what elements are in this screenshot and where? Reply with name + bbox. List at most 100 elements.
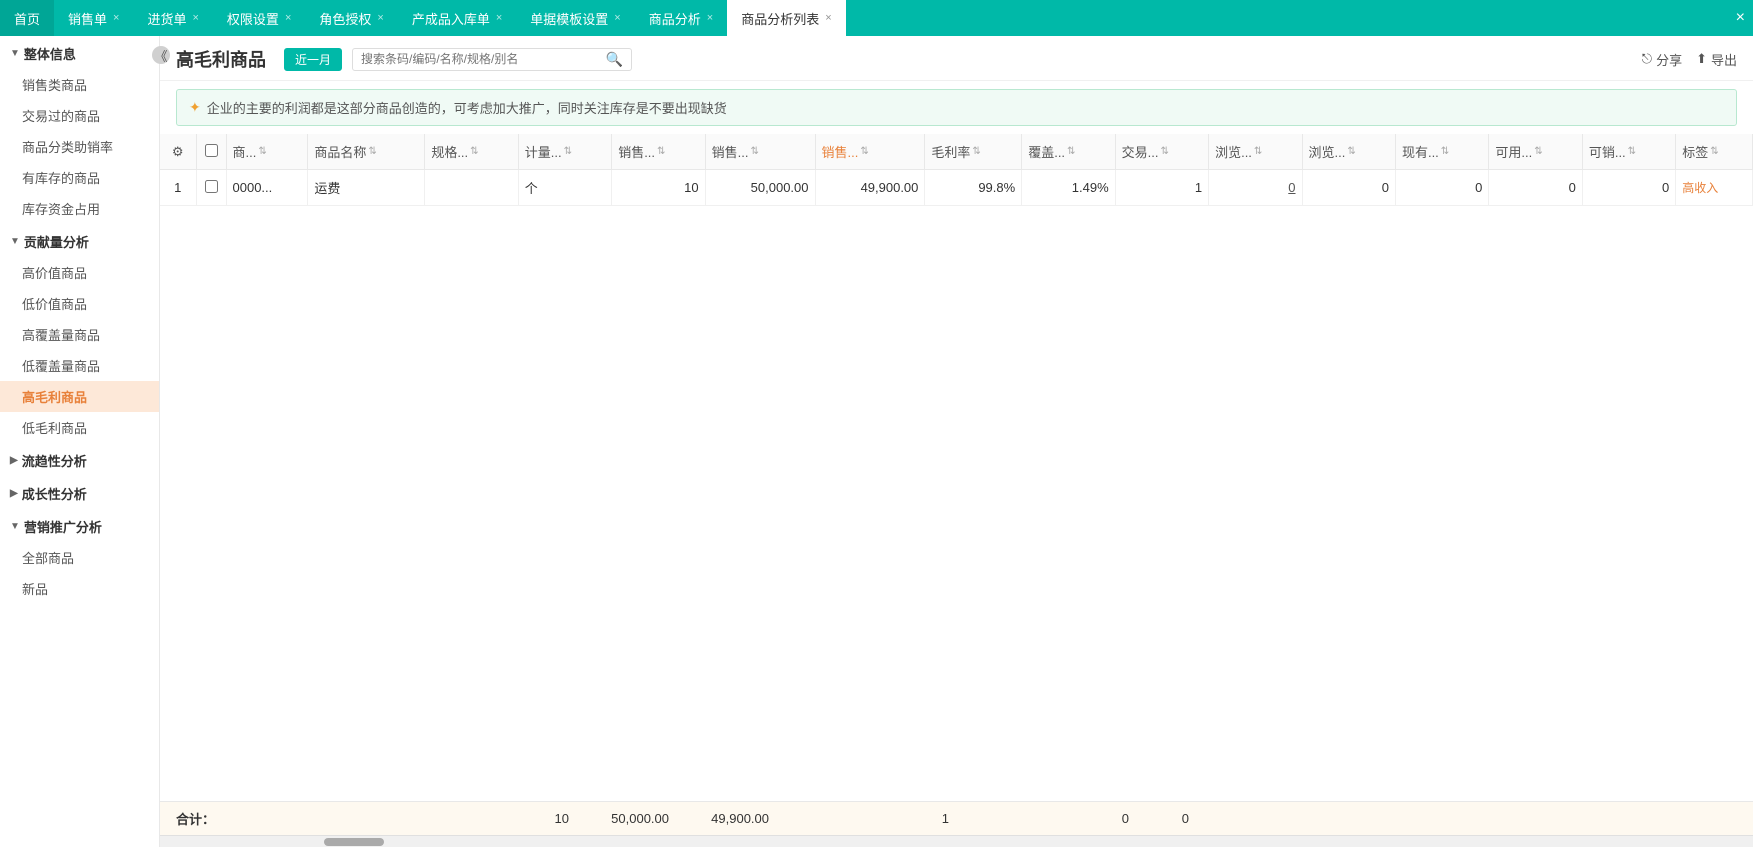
- nav-template-settings[interactable]: 单据模板设置 ×: [516, 0, 634, 36]
- search-input[interactable]: [361, 52, 606, 66]
- sidebar-item-traded-goods[interactable]: 交易过的商品: [0, 100, 159, 131]
- col-current-stock[interactable]: 现有... ⇅: [1395, 134, 1488, 170]
- row-checkbox[interactable]: [205, 180, 218, 193]
- sort-icon-15: ⇅: [1628, 146, 1636, 157]
- footer-sales-cost: 49,900.00: [675, 811, 775, 826]
- sidebar-item-low-margin[interactable]: 低毛利商品: [0, 412, 159, 443]
- col-saleable[interactable]: 可销... ⇅: [1582, 134, 1675, 170]
- chevron-down-icon-2: ▼: [10, 236, 20, 247]
- sidebar-item-all-goods[interactable]: 全部商品: [0, 542, 159, 573]
- footer-sales-amt: 50,000.00: [575, 811, 675, 826]
- sort-icon-4: ⇅: [564, 146, 572, 157]
- sidebar-wrapper: ▼ 整体信息 销售类商品 交易过的商品 商品分类助销率 有库存的商品 库存资金占…: [0, 36, 160, 847]
- sort-icon-8: ⇅: [972, 146, 980, 157]
- close-purchase-order-tab[interactable]: ×: [192, 12, 198, 24]
- main-layout: ▼ 整体信息 销售类商品 交易过的商品 商品分类助销率 有库存的商品 库存资金占…: [0, 36, 1753, 847]
- sort-icon-16: ⇅: [1710, 146, 1718, 157]
- footer-empty2: [835, 811, 895, 826]
- top-navigation: 首页 销售单 × 进货单 × 权限设置 × 角色授权 × 产成品入库单 × 单据…: [0, 0, 1753, 36]
- footer-cells: 10 50,000.00 49,900.00 1 0 0: [235, 811, 1737, 826]
- sidebar-item-new-goods[interactable]: 新品: [0, 573, 159, 604]
- sidebar-item-high-coverage[interactable]: 高覆盖量商品: [0, 319, 159, 350]
- row-spec: [425, 170, 518, 206]
- page-title: 高毛利商品: [176, 46, 266, 72]
- content-header: 高毛利商品 近一月 🔍 ⎋ 分享 ⬆ 导出: [160, 36, 1753, 81]
- col-settings[interactable]: ⚙: [160, 134, 196, 170]
- horizontal-scrollbar[interactable]: [160, 835, 1753, 847]
- filter-recent-month-button[interactable]: 近一月: [284, 48, 342, 71]
- close-all-tabs[interactable]: ×: [1736, 9, 1745, 27]
- product-table: ⚙ 商... ⇅ 商品名称: [160, 134, 1753, 206]
- table-row: 1 0000... 运费 个 10 50,000.00 49,900.00 99…: [160, 170, 1753, 206]
- close-role-auth-tab[interactable]: ×: [377, 12, 383, 24]
- search-icon[interactable]: 🔍: [606, 51, 623, 68]
- nav-product-analysis-list[interactable]: 商品分析列表 ×: [727, 0, 845, 36]
- row-checkbox-cell[interactable]: [196, 170, 226, 206]
- sidebar-group-overall[interactable]: ▼ 整体信息: [0, 36, 159, 69]
- close-sales-order-tab[interactable]: ×: [113, 12, 119, 24]
- footer-sales-qty-val: 10: [495, 811, 575, 826]
- scrollbar-thumb[interactable]: [324, 838, 384, 846]
- sidebar-item-inventory-capital[interactable]: 库存资金占用: [0, 193, 159, 224]
- sidebar-item-category-rate[interactable]: 商品分类助销率: [0, 131, 159, 162]
- row-unit: 个: [518, 170, 611, 206]
- chevron-down-icon-3: ▼: [10, 521, 20, 532]
- select-all-checkbox[interactable]: [205, 144, 218, 157]
- export-icon: ⬆: [1696, 51, 1707, 67]
- nav-product-analysis[interactable]: 商品分析 ×: [635, 0, 727, 36]
- footer-current-stock: 0: [1075, 811, 1135, 826]
- col-gross-margin[interactable]: 毛利率 ⇅: [925, 134, 1022, 170]
- sidebar-item-sales-goods[interactable]: 销售类商品: [0, 69, 159, 100]
- nav-home[interactable]: 首页: [0, 0, 54, 36]
- sidebar-item-high-margin[interactable]: 高毛利商品: [0, 381, 159, 412]
- col-coverage[interactable]: 覆盖... ⇅: [1022, 134, 1115, 170]
- row-code: 0000...: [226, 170, 308, 206]
- sidebar-collapse-button[interactable]: 《: [152, 46, 170, 64]
- col-checkbox[interactable]: [196, 134, 226, 170]
- col-trade[interactable]: 交易... ⇅: [1115, 134, 1208, 170]
- nav-sales-order[interactable]: 销售单 ×: [54, 0, 133, 36]
- sidebar-item-stocked-goods[interactable]: 有库存的商品: [0, 162, 159, 193]
- col-browse2[interactable]: 浏览... ⇅: [1302, 134, 1395, 170]
- row-browse1[interactable]: 0: [1209, 170, 1302, 206]
- col-sales-qty[interactable]: 销售... ⇅: [612, 134, 705, 170]
- nav-purchase-order[interactable]: 进货单 ×: [133, 0, 212, 36]
- col-unit[interactable]: 计量... ⇅: [518, 134, 611, 170]
- row-name: 运费: [308, 170, 425, 206]
- footer-sales-qty: [235, 811, 495, 826]
- close-permission-tab[interactable]: ×: [285, 12, 291, 24]
- close-product-analysis-list-tab[interactable]: ×: [825, 12, 831, 24]
- close-template-tab[interactable]: ×: [614, 12, 620, 24]
- share-button[interactable]: ⎋ 分享: [1642, 50, 1682, 69]
- row-sales-qty: 10: [612, 170, 705, 206]
- export-button[interactable]: ⬆ 导出: [1696, 50, 1737, 69]
- sort-icon-5: ⇅: [657, 146, 665, 157]
- close-product-analysis-tab[interactable]: ×: [707, 12, 713, 24]
- footer-label: 合计：: [176, 809, 215, 828]
- sidebar-group-marketing-items: 全部商品 新品: [0, 542, 159, 604]
- col-browse1[interactable]: 浏览... ⇅: [1209, 134, 1302, 170]
- close-finished-goods-tab[interactable]: ×: [496, 12, 502, 24]
- sidebar-item-low-coverage[interactable]: 低覆盖量商品: [0, 350, 159, 381]
- sidebar-item-low-value[interactable]: 低价值商品: [0, 288, 159, 319]
- col-tag[interactable]: 标签 ⇅: [1676, 134, 1753, 170]
- footer-empty1: [775, 811, 835, 826]
- nav-finished-goods[interactable]: 产成品入库单 ×: [398, 0, 516, 36]
- col-spec[interactable]: 规格... ⇅: [425, 134, 518, 170]
- col-sales-amt[interactable]: 销售... ⇅: [705, 134, 815, 170]
- sidebar-group-growth[interactable]: ▶ 成长性分析: [0, 476, 159, 509]
- row-available: 0: [1489, 170, 1582, 206]
- row-current-stock: 0: [1395, 170, 1488, 206]
- sidebar-group-contribution[interactable]: ▼ 贡献量分析: [0, 224, 159, 257]
- sort-icon-14: ⇅: [1534, 146, 1542, 157]
- sidebar-item-high-value[interactable]: 高价值商品: [0, 257, 159, 288]
- col-sales-cost[interactable]: 销售... ⇅: [815, 134, 925, 170]
- sidebar-group-trend[interactable]: ▶ 流趋性分析: [0, 443, 159, 476]
- nav-permission-settings[interactable]: 权限设置 ×: [213, 0, 305, 36]
- sidebar-group-marketing[interactable]: ▼ 营销推广分析: [0, 509, 159, 542]
- row-trade: 1: [1115, 170, 1208, 206]
- col-code[interactable]: 商... ⇅: [226, 134, 308, 170]
- nav-role-auth[interactable]: 角色授权 ×: [305, 0, 397, 36]
- col-name[interactable]: 商品名称 ⇅: [308, 134, 425, 170]
- col-available[interactable]: 可用... ⇅: [1489, 134, 1582, 170]
